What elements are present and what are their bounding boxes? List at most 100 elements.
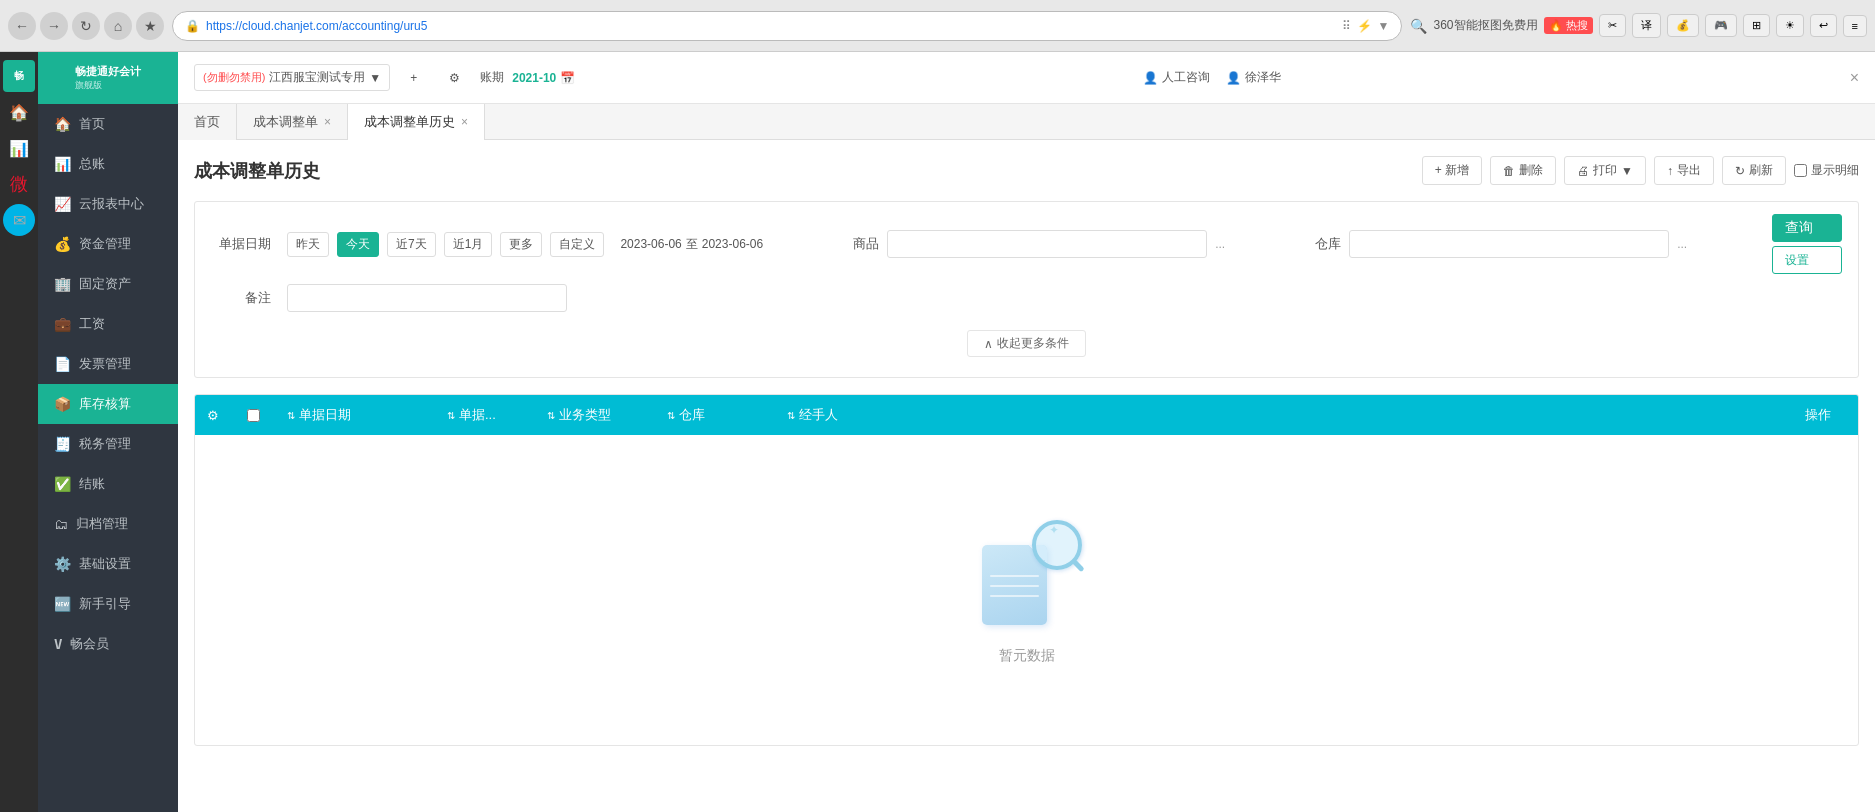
lightning-icon: ⚡ [1357, 19, 1372, 33]
tab-cost-history[interactable]: 成本调整单历史 × [348, 104, 485, 140]
assets-icon: 🏢 [54, 276, 71, 292]
tab-history-close-icon[interactable]: × [461, 115, 468, 129]
sidebar-item-label-invoice: 发票管理 [79, 355, 131, 373]
page-title-row: 成本调整单历史 + 新增 🗑 删除 🖨 打印 ▼ ↑ 导出 [194, 156, 1859, 185]
close-accounts-icon: ✅ [54, 476, 71, 492]
goods-label: 商品 [819, 235, 879, 253]
add-btn[interactable]: + 新增 [1422, 156, 1482, 185]
company-settings-btn[interactable]: ⚙ [437, 66, 472, 90]
sidebar-item-ledger[interactable]: 📊 总账 [38, 144, 178, 184]
sidebar-item-vip[interactable]: V 畅会员 [38, 624, 178, 664]
more-btn[interactable]: 更多 [500, 232, 542, 257]
th-type[interactable]: ⇅ 业务类型 [535, 395, 655, 435]
month-btn[interactable]: 近1月 [444, 232, 493, 257]
th-handler[interactable]: ⇅ 经手人 [775, 395, 895, 435]
note-label: 备注 [211, 289, 271, 307]
filter-area: 单据日期 昨天 今天 近7天 近1月 更多 自定义 2023-06-06 至 2… [194, 201, 1859, 378]
week-btn[interactable]: 近7天 [387, 232, 436, 257]
delete-btn[interactable]: 🗑 删除 [1490, 156, 1556, 185]
reload-button[interactable]: ↻ [72, 12, 100, 40]
query-btn[interactable]: 查询 [1772, 214, 1842, 242]
sidebar-item-archive[interactable]: 🗂 归档管理 [38, 504, 178, 544]
top-bar: (勿删勿禁用) 江西服宝测试专用 ▼ + ⚙ 账期 2021-10 📅 👤 人工… [178, 52, 1875, 104]
iconbar-item-1[interactable]: 🏠 [3, 96, 35, 128]
goods-more-btn[interactable]: ... [1215, 237, 1225, 251]
sidebar-item-report[interactable]: 📈 云报表中心 [38, 184, 178, 224]
th-voucher-sort-icon: ⇅ [447, 410, 455, 421]
iconbar-item-5[interactable]: ✉ [3, 204, 35, 236]
sidebar-item-salary[interactable]: 💼 工资 [38, 304, 178, 344]
forward-button[interactable]: → [40, 12, 68, 40]
address-bar[interactable]: 🔒 https://cloud.chanjet.com/accounting/u… [172, 11, 1402, 41]
th-warehouse[interactable]: ⇅ 仓库 [655, 395, 775, 435]
detail-checkbox-input[interactable] [1794, 164, 1807, 177]
collapse-btn[interactable]: ∧ 收起更多条件 [967, 330, 1086, 357]
collapse-row: ∧ 收起更多条件 [211, 322, 1842, 365]
add-company-btn[interactable]: + [398, 66, 429, 90]
th-settings[interactable]: ⚙ [195, 395, 235, 435]
brightness-btn[interactable]: ☀ [1776, 14, 1804, 37]
sidebar-item-guide[interactable]: 🆕 新手引导 [38, 584, 178, 624]
warehouse-more-btn[interactable]: ... [1677, 237, 1687, 251]
translate-btn[interactable]: 译 [1632, 13, 1661, 38]
sidebar-item-home[interactable]: 🏠 首页 [38, 104, 178, 144]
sidebar-item-tax[interactable]: 🧾 税务管理 [38, 424, 178, 464]
show-detail-checkbox[interactable]: 显示明细 [1794, 162, 1859, 179]
tab-home[interactable]: 首页 [178, 104, 237, 140]
grid-btn[interactable]: ⊞ [1743, 14, 1770, 37]
close-window-btn[interactable]: × [1850, 69, 1859, 87]
guide-icon: 🆕 [54, 596, 71, 612]
sidebar-item-close-accounts[interactable]: ✅ 结账 [38, 464, 178, 504]
tabs-bar: 首页 成本调整单 × 成本调整单历史 × [178, 104, 1875, 140]
iconbar-item-logo[interactable]: 畅 [3, 60, 35, 92]
undo-btn[interactable]: ↩ [1810, 14, 1837, 37]
invoice-icon: 📄 [54, 356, 71, 372]
user-area[interactable]: 👤 徐泽华 [1226, 69, 1281, 86]
th-action-label: 操作 [1805, 406, 1831, 424]
th-voucher[interactable]: ⇅ 单据... [435, 395, 535, 435]
consult-btn[interactable]: 👤 人工咨询 [1143, 69, 1210, 86]
bookmark-button[interactable]: ★ [136, 12, 164, 40]
tab-cost-close-icon[interactable]: × [324, 115, 331, 129]
iconbar-item-weibo[interactable]: 微 [3, 168, 35, 200]
browser-tools: 🔍 360智能抠图免费用 🔥 热搜 ✂ 译 💰 🎮 ⊞ ☀ ↩ ≡ [1410, 13, 1867, 38]
search-text: 360智能抠图免费用 [1433, 17, 1537, 34]
custom-btn[interactable]: 自定义 [550, 232, 604, 257]
sidebar-item-settings[interactable]: ⚙️ 基础设置 [38, 544, 178, 584]
today-btn[interactable]: 今天 [337, 232, 379, 257]
th-checkbox[interactable] [235, 395, 275, 435]
print-btn[interactable]: 🖨 打印 ▼ [1564, 156, 1646, 185]
browser-chrome: ← → ↻ ⌂ ★ 🔒 https://cloud.chanjet.com/ac… [0, 0, 1875, 52]
goods-input[interactable] [887, 230, 1207, 258]
sidebar-item-assets[interactable]: 🏢 固定资产 [38, 264, 178, 304]
tab-cost-adjustment[interactable]: 成本调整单 × [237, 104, 348, 140]
home-button[interactable]: ⌂ [104, 12, 132, 40]
delete-icon: 🗑 [1503, 164, 1515, 178]
export-btn[interactable]: ↑ 导出 [1654, 156, 1714, 185]
refresh-btn[interactable]: ↻ 刷新 [1722, 156, 1786, 185]
fund-icon: 💰 [54, 236, 71, 252]
page-content: 成本调整单历史 + 新增 🗑 删除 🖨 打印 ▼ ↑ 导出 [178, 140, 1875, 812]
action-buttons: + 新增 🗑 删除 🖨 打印 ▼ ↑ 导出 ↻ [1422, 156, 1859, 185]
company-selector[interactable]: (勿删勿禁用) 江西服宝测试专用 ▼ [194, 64, 390, 91]
back-button[interactable]: ← [8, 12, 36, 40]
sidebar-item-invoice[interactable]: 📄 发票管理 [38, 344, 178, 384]
goods-filter: 商品 ... [819, 230, 1225, 258]
table-settings-icon: ⚙ [207, 408, 219, 423]
sidebar-item-label-salary: 工资 [79, 315, 105, 333]
wallet-btn[interactable]: 💰 [1667, 14, 1699, 37]
sidebar-item-inventory[interactable]: 📦 库存核算 [38, 384, 178, 424]
warehouse-input[interactable] [1349, 230, 1669, 258]
scissors-btn[interactable]: ✂ [1599, 14, 1626, 37]
sidebar-item-fund[interactable]: 💰 资金管理 [38, 224, 178, 264]
th-date[interactable]: ⇅ 单据日期 [275, 395, 435, 435]
game-btn[interactable]: 🎮 [1705, 14, 1737, 37]
select-all-checkbox[interactable] [247, 409, 260, 422]
search-icon: 🔍 [1410, 18, 1427, 34]
menu-btn[interactable]: ≡ [1843, 15, 1867, 37]
note-input[interactable] [287, 284, 567, 312]
iconbar-item-2[interactable]: 📊 [3, 132, 35, 164]
sidebar-item-label-inventory: 库存核算 [79, 395, 131, 413]
yesterday-btn[interactable]: 昨天 [287, 232, 329, 257]
filter-settings-btn[interactable]: 设置 [1772, 246, 1842, 274]
